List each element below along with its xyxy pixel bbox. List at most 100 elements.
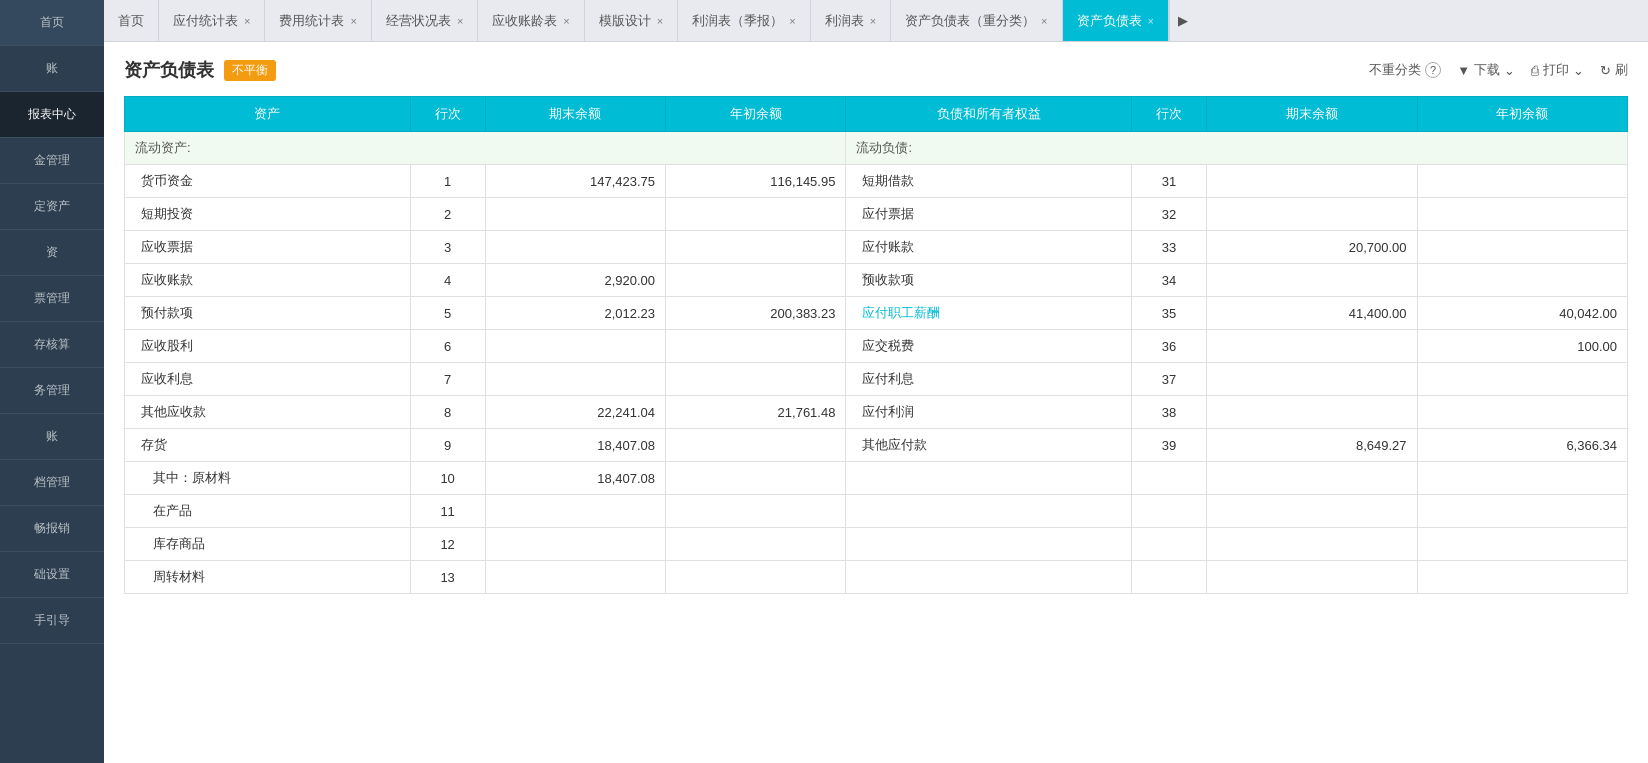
left-end-balance: 18,407.08 (485, 462, 665, 495)
table-row: 其他应收款 8 22,241.04 21,761.48 应付利润 38 (125, 396, 1628, 429)
tab-balance-sheet[interactable]: 资产负债表 × (1063, 0, 1169, 42)
right-row-num: 32 (1131, 198, 1206, 231)
left-begin-balance (666, 495, 846, 528)
download-btn[interactable]: ▼ 下载 ⌄ (1457, 61, 1515, 79)
right-row-num: 36 (1131, 330, 1206, 363)
close-tab-template-design[interactable]: × (657, 15, 663, 27)
right-end-balance: 41,400.00 (1207, 297, 1417, 330)
close-tab-operation-stat[interactable]: × (457, 15, 463, 27)
right-end-balance: 8,649.27 (1207, 429, 1417, 462)
left-begin-balance (666, 462, 846, 495)
left-row-num: 5 (410, 297, 485, 330)
left-begin-balance (666, 330, 846, 363)
left-item-label: 应收票据 (125, 231, 411, 264)
sidebar-item-ticket-mgmt[interactable]: 票管理 (0, 276, 104, 322)
tab-balance-reclassified[interactable]: 资产负债表（重分类） × (891, 0, 1062, 42)
tab-operation-stat[interactable]: 经营状况表 × (372, 0, 478, 42)
tab-home[interactable]: 首页 (104, 0, 159, 42)
tab-ar-aging[interactable]: 应收账龄表 × (478, 0, 584, 42)
tab-payable-stat[interactable]: 应付统计表 × (159, 0, 265, 42)
left-end-balance (485, 495, 665, 528)
non-reclassify-btn[interactable]: 不重分类 ? (1369, 61, 1441, 79)
sidebar-item-contract-mgmt[interactable]: 务管理 (0, 368, 104, 414)
section-left-label: 流动资产: (125, 132, 846, 165)
right-begin-balance (1417, 198, 1627, 231)
left-item-label: 其他应收款 (125, 396, 411, 429)
right-item-label: 其他应付款 (846, 429, 1132, 462)
right-row-num: 39 (1131, 429, 1206, 462)
print-btn[interactable]: ⎙ 打印 ⌄ (1531, 61, 1584, 79)
right-end-balance (1207, 330, 1417, 363)
col-begin-balance: 年初余额 (666, 97, 846, 132)
linked-item[interactable]: 应付职工薪酬 (862, 305, 940, 320)
sidebar-item-sales[interactable]: 畅报销 (0, 506, 104, 552)
right-end-balance (1207, 561, 1417, 594)
left-item-label: 预付款项 (125, 297, 411, 330)
right-begin-balance (1417, 396, 1627, 429)
left-end-balance (485, 231, 665, 264)
tab-profit[interactable]: 利润表 × (811, 0, 891, 42)
right-row-num: 33 (1131, 231, 1206, 264)
left-row-num: 1 (410, 165, 485, 198)
right-end-balance (1207, 198, 1417, 231)
sidebar-item-ledger[interactable]: 账 (0, 414, 104, 460)
left-row-num: 4 (410, 264, 485, 297)
sidebar-item-fund-mgmt[interactable]: 金管理 (0, 138, 104, 184)
refresh-icon: ↻ (1600, 63, 1611, 78)
right-item-label (846, 528, 1132, 561)
close-tab-balance-sheet[interactable]: × (1148, 15, 1154, 27)
unbalanced-badge: 不平衡 (224, 60, 276, 81)
right-row-num (1131, 528, 1206, 561)
sidebar-item-home[interactable]: 首页 (0, 0, 104, 46)
right-begin-balance (1417, 561, 1627, 594)
left-end-balance (485, 363, 665, 396)
sidebar-item-inventory[interactable]: 存核算 (0, 322, 104, 368)
col-row-num: 行次 (410, 97, 485, 132)
sidebar-item-settings[interactable]: 础设置 (0, 552, 104, 598)
left-end-balance (485, 330, 665, 363)
right-item-label: 应交税费 (846, 330, 1132, 363)
page-header: 资产负债表 不平衡 不重分类 ? ▼ 下载 ⌄ ⎙ 打印 ⌄ (124, 58, 1628, 82)
sidebar-item-guide[interactable]: 手引导 (0, 598, 104, 644)
close-tab-expense-stat[interactable]: × (350, 15, 356, 27)
left-row-num: 3 (410, 231, 485, 264)
right-item-label: 应付利息 (846, 363, 1132, 396)
help-icon[interactable]: ? (1425, 62, 1441, 78)
tab-template-design[interactable]: 模版设计 × (585, 0, 678, 42)
left-item-label: 其中：原材料 (125, 462, 411, 495)
tab-nav-right[interactable]: ▶ (1169, 0, 1196, 42)
left-item-label: 应收利息 (125, 363, 411, 396)
sidebar-item-report-center[interactable]: 报表中心 (0, 92, 104, 138)
right-item-label (846, 495, 1132, 528)
download-chevron-icon: ⌄ (1504, 63, 1515, 78)
left-begin-balance: 21,761.48 (666, 396, 846, 429)
tab-profit-quarterly[interactable]: 利润表（季报） × (678, 0, 810, 42)
close-tab-profit-quarterly[interactable]: × (789, 15, 795, 27)
right-row-num: 34 (1131, 264, 1206, 297)
close-tab-profit[interactable]: × (870, 15, 876, 27)
page-title-area: 资产负债表 不平衡 (124, 58, 276, 82)
left-begin-balance (666, 264, 846, 297)
tab-expense-stat[interactable]: 费用统计表 × (265, 0, 371, 42)
table-row: 存货 9 18,407.08 其他应付款 39 8,649.27 6,366.3… (125, 429, 1628, 462)
table-row: 在产品 11 (125, 495, 1628, 528)
sidebar-item-account[interactable]: 账 (0, 46, 104, 92)
left-begin-balance (666, 363, 846, 396)
right-item-label: 应付职工薪酬 (846, 297, 1132, 330)
table-row: 预付款项 5 2,012.23 200,383.23 应付职工薪酬 35 41,… (125, 297, 1628, 330)
close-tab-payable-stat[interactable]: × (244, 15, 250, 27)
sidebar-item-invest[interactable]: 资 (0, 230, 104, 276)
table-row: 应收股利 6 应交税费 36 100.00 (125, 330, 1628, 363)
col-begin-balance2: 年初余额 (1417, 97, 1627, 132)
right-row-num (1131, 495, 1206, 528)
close-tab-ar-aging[interactable]: × (563, 15, 569, 27)
refresh-btn[interactable]: ↻ 刷 (1600, 61, 1628, 79)
close-tab-balance-reclassified[interactable]: × (1041, 15, 1047, 27)
table-row: 周转材料 13 (125, 561, 1628, 594)
col-asset: 资产 (125, 97, 411, 132)
right-begin-balance (1417, 528, 1627, 561)
table-row: 应收账款 4 2,920.00 预收款项 34 (125, 264, 1628, 297)
right-row-num: 38 (1131, 396, 1206, 429)
sidebar-item-fixed-assets[interactable]: 定资产 (0, 184, 104, 230)
sidebar-item-doc-mgmt[interactable]: 档管理 (0, 460, 104, 506)
